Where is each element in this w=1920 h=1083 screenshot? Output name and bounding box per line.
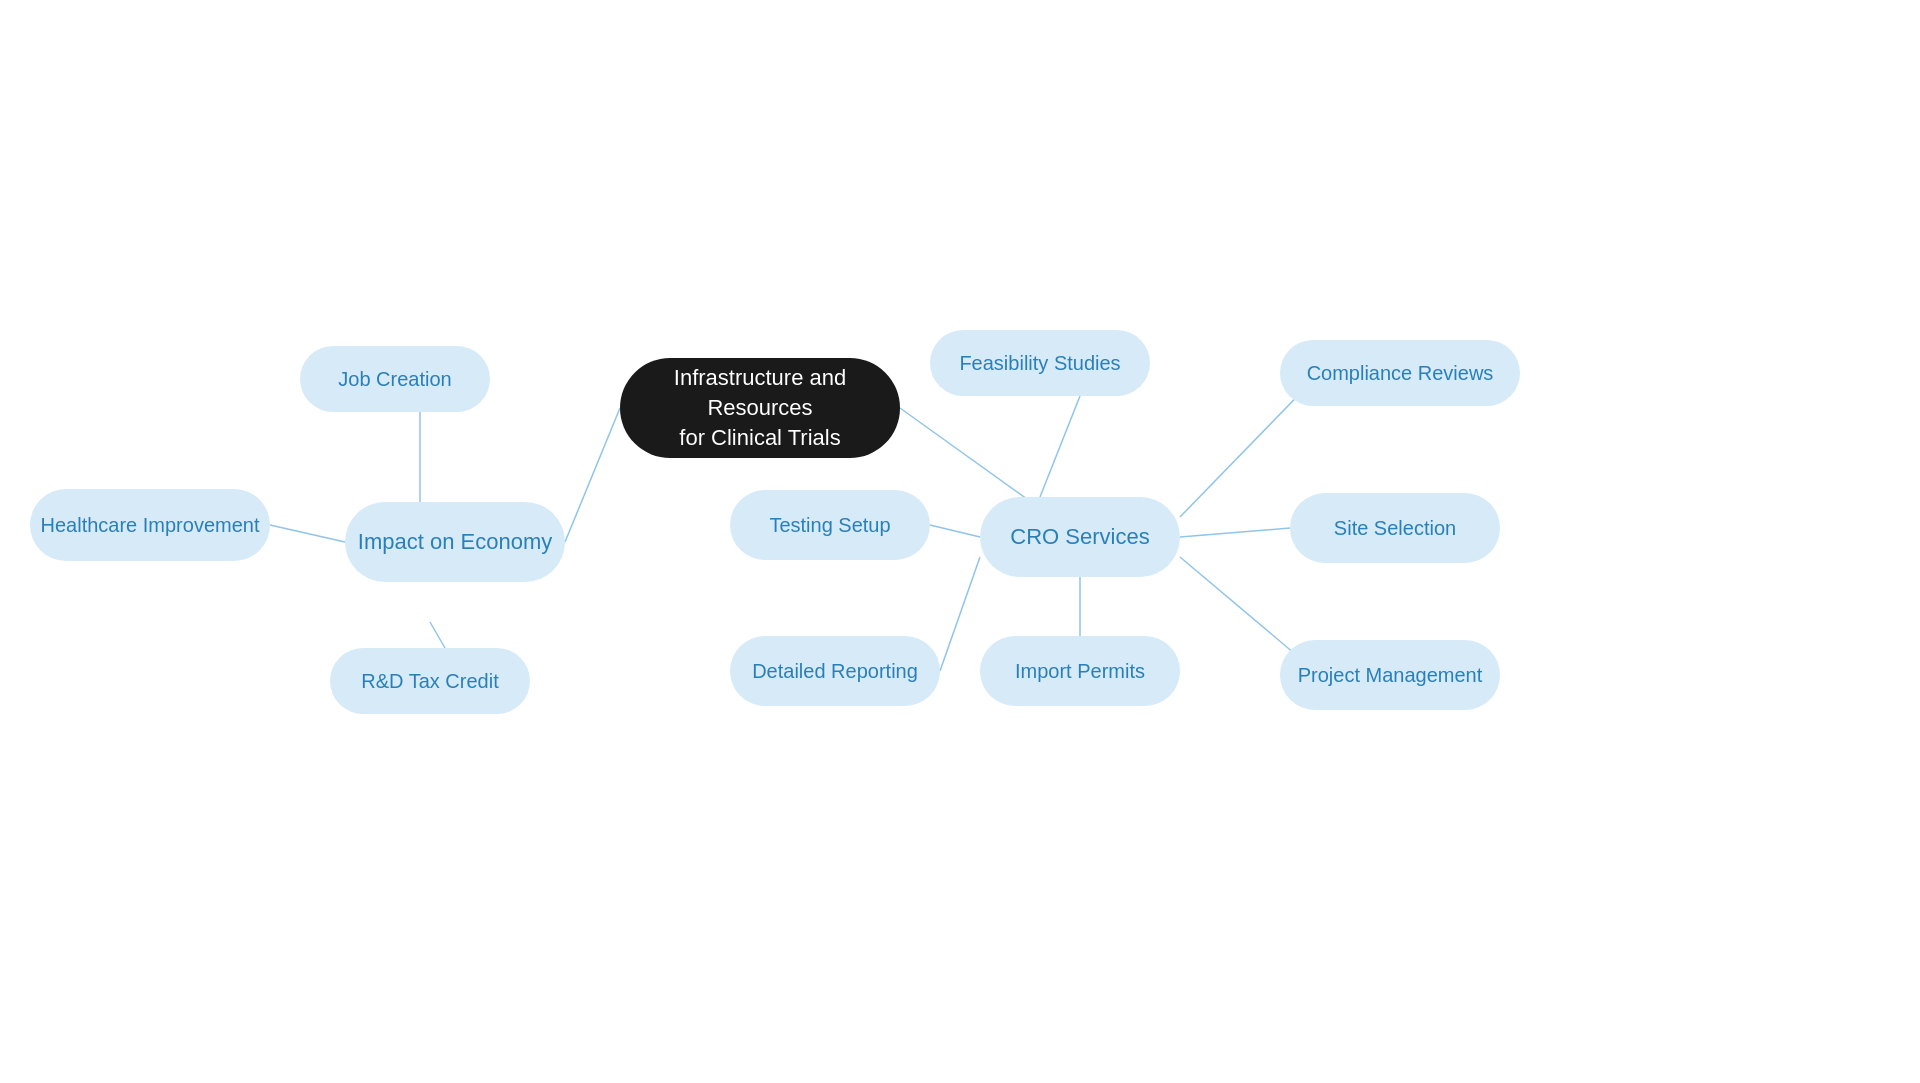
svg-line-0 xyxy=(565,408,620,542)
svg-line-3 xyxy=(430,622,445,648)
project-management-node[interactable]: Project Management xyxy=(1280,640,1500,710)
testing-setup-node[interactable]: Testing Setup xyxy=(730,490,930,560)
svg-line-10 xyxy=(1180,528,1290,537)
detailed-reporting-node[interactable]: Detailed Reporting xyxy=(730,636,940,706)
healthcare-improvement-node[interactable]: Healthcare Improvement xyxy=(30,489,270,561)
feasibility-studies-node[interactable]: Feasibility Studies xyxy=(930,330,1150,396)
compliance-reviews-node[interactable]: Compliance Reviews xyxy=(1280,340,1520,406)
svg-line-7 xyxy=(940,557,980,671)
center-node[interactable]: Infrastructure and Resources for Clinica… xyxy=(620,358,900,458)
svg-line-1 xyxy=(270,525,345,542)
job-creation-node[interactable]: Job Creation xyxy=(300,346,490,412)
cro-services-node[interactable]: CRO Services xyxy=(980,497,1180,577)
svg-line-6 xyxy=(930,525,980,537)
svg-line-5 xyxy=(1040,396,1080,497)
site-selection-node[interactable]: Site Selection xyxy=(1290,493,1500,563)
impact-on-economy-node[interactable]: Impact on Economy xyxy=(345,502,565,582)
import-permits-node[interactable]: Import Permits xyxy=(980,636,1180,706)
rd-tax-credit-node[interactable]: R&D Tax Credit xyxy=(330,648,530,714)
